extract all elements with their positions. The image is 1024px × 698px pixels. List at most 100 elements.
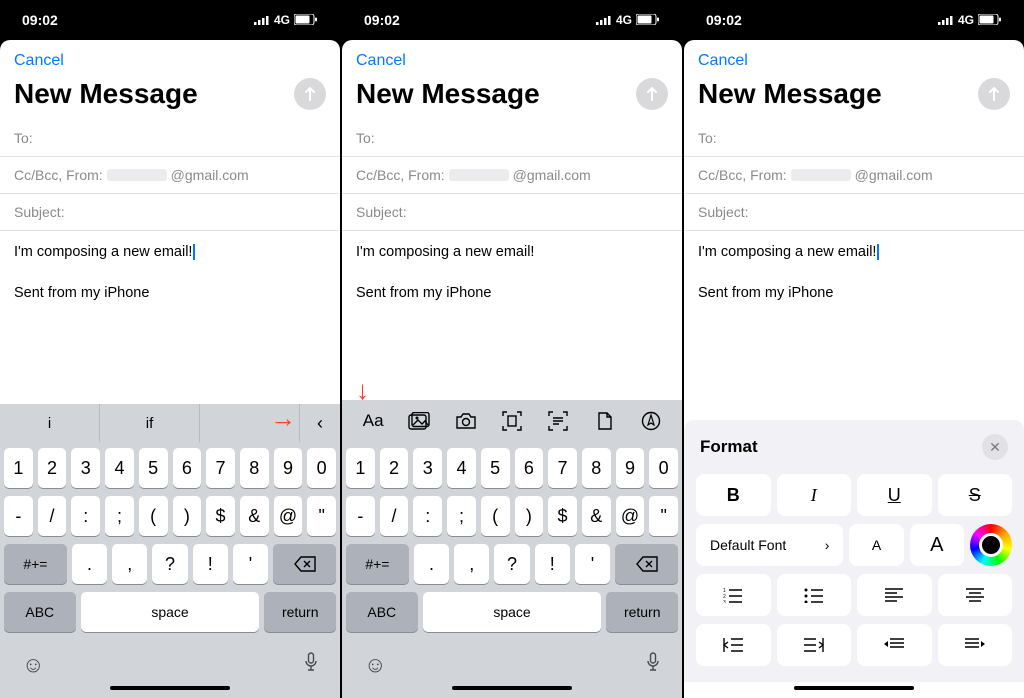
markup-icon[interactable] [633, 403, 669, 439]
key-0[interactable]: 0 [649, 448, 678, 488]
strikethrough-button[interactable]: S [938, 474, 1013, 516]
key-@[interactable]: @ [274, 496, 303, 536]
ltr-button[interactable] [857, 624, 932, 666]
email-body[interactable]: I'm composing a new email! Sent from my … [684, 231, 1024, 420]
cancel-button[interactable]: Cancel [698, 52, 748, 70]
key-alt[interactable]: #+= [4, 544, 67, 584]
key-?[interactable]: ? [494, 544, 529, 584]
increase-font-button[interactable]: A [910, 524, 964, 566]
key-alt[interactable]: #+= [346, 544, 409, 584]
format-aa-button[interactable]: Aa [355, 403, 391, 439]
key-abc[interactable]: ABC [4, 592, 76, 632]
dictation-button[interactable] [304, 652, 318, 678]
key-![interactable]: ! [535, 544, 570, 584]
key-![interactable]: ! [193, 544, 228, 584]
key-2[interactable]: 2 [380, 448, 409, 488]
ccbcc-field[interactable]: Cc/Bcc, From: @gmail.com [0, 157, 340, 194]
font-picker-button[interactable]: Default Font › [696, 524, 843, 566]
suggestion-2[interactable]: if [100, 404, 200, 442]
to-field[interactable]: To: [0, 120, 340, 157]
scan-text-icon[interactable] [540, 403, 576, 439]
ccbcc-field[interactable]: Cc/Bcc, From: @gmail.com [342, 157, 682, 194]
key-;[interactable]: ; [447, 496, 476, 536]
key-8[interactable]: 8 [582, 448, 611, 488]
key-&[interactable]: & [582, 496, 611, 536]
bold-button[interactable]: B [696, 474, 771, 516]
key-3[interactable]: 3 [71, 448, 100, 488]
emoji-button[interactable]: ☺ [364, 652, 386, 678]
scan-document-icon[interactable] [494, 403, 530, 439]
italic-button[interactable]: I [777, 474, 852, 516]
numbered-list-button[interactable]: 123 [696, 574, 771, 616]
key-.[interactable]: . [414, 544, 449, 584]
key--[interactable]: - [346, 496, 375, 536]
key--[interactable]: - [4, 496, 33, 536]
key-:[interactable]: : [71, 496, 100, 536]
expand-toolbar-chevron[interactable]: ‹ [300, 404, 340, 442]
key-;[interactable]: ; [105, 496, 134, 536]
key-([interactable]: ( [139, 496, 168, 536]
emoji-button[interactable]: ☺ [22, 652, 44, 678]
align-center-button[interactable] [938, 574, 1013, 616]
cancel-button[interactable]: Cancel [14, 52, 64, 70]
send-button[interactable] [294, 78, 326, 110]
key-'[interactable]: ' [575, 544, 610, 584]
dictation-button[interactable] [646, 652, 660, 678]
key-1[interactable]: 1 [4, 448, 33, 488]
key-/[interactable]: / [38, 496, 67, 536]
subject-field[interactable]: Subject: [684, 194, 1024, 231]
key-2[interactable]: 2 [38, 448, 67, 488]
key-.[interactable]: . [72, 544, 107, 584]
key-0[interactable]: 0 [307, 448, 336, 488]
text-color-button[interactable] [970, 524, 1012, 566]
decrease-font-button[interactable]: A [849, 524, 903, 566]
send-button[interactable] [636, 78, 668, 110]
indent-button[interactable] [777, 624, 852, 666]
underline-button[interactable]: U [857, 474, 932, 516]
key-1[interactable]: 1 [346, 448, 375, 488]
key-@[interactable]: @ [616, 496, 645, 536]
camera-icon[interactable] [448, 403, 484, 439]
key-?[interactable]: ? [152, 544, 187, 584]
key-space[interactable]: space [81, 592, 260, 632]
key-return[interactable]: return [264, 592, 336, 632]
ccbcc-field[interactable]: Cc/Bcc, From: @gmail.com [684, 157, 1024, 194]
attach-file-icon[interactable] [587, 403, 623, 439]
key-7[interactable]: 7 [548, 448, 577, 488]
subject-field[interactable]: Subject: [0, 194, 340, 231]
key-'[interactable]: ' [233, 544, 268, 584]
send-button[interactable] [978, 78, 1010, 110]
key-8[interactable]: 8 [240, 448, 269, 488]
key-5[interactable]: 5 [139, 448, 168, 488]
bullet-list-button[interactable] [777, 574, 852, 616]
key-abc[interactable]: ABC [346, 592, 418, 632]
key-)[interactable]: ) [173, 496, 202, 536]
to-field[interactable]: To: [684, 120, 1024, 157]
key-&[interactable]: & [240, 496, 269, 536]
cancel-button[interactable]: Cancel [356, 52, 406, 70]
key-,[interactable]: , [454, 544, 489, 584]
outdent-button[interactable] [696, 624, 771, 666]
key-9[interactable]: 9 [616, 448, 645, 488]
subject-field[interactable]: Subject: [342, 194, 682, 231]
key-7[interactable]: 7 [206, 448, 235, 488]
align-left-button[interactable] [857, 574, 932, 616]
key-:[interactable]: : [413, 496, 442, 536]
key-6[interactable]: 6 [173, 448, 202, 488]
key-$[interactable]: $ [548, 496, 577, 536]
key-,[interactable]: , [112, 544, 147, 584]
rtl-button[interactable] [938, 624, 1013, 666]
key-9[interactable]: 9 [274, 448, 303, 488]
close-icon[interactable]: ✕ [982, 434, 1008, 460]
key-/[interactable]: / [380, 496, 409, 536]
suggestion-1[interactable]: i [0, 404, 100, 442]
email-body[interactable]: I'm composing a new email! Sent from my … [0, 231, 340, 404]
key-space[interactable]: space [423, 592, 602, 632]
key-([interactable]: ( [481, 496, 510, 536]
email-body[interactable]: I'm composing a new email! Sent from my … [342, 231, 682, 400]
key-"[interactable]: " [649, 496, 678, 536]
key-"[interactable]: " [307, 496, 336, 536]
key-backspace[interactable] [273, 544, 336, 584]
key-3[interactable]: 3 [413, 448, 442, 488]
key-6[interactable]: 6 [515, 448, 544, 488]
